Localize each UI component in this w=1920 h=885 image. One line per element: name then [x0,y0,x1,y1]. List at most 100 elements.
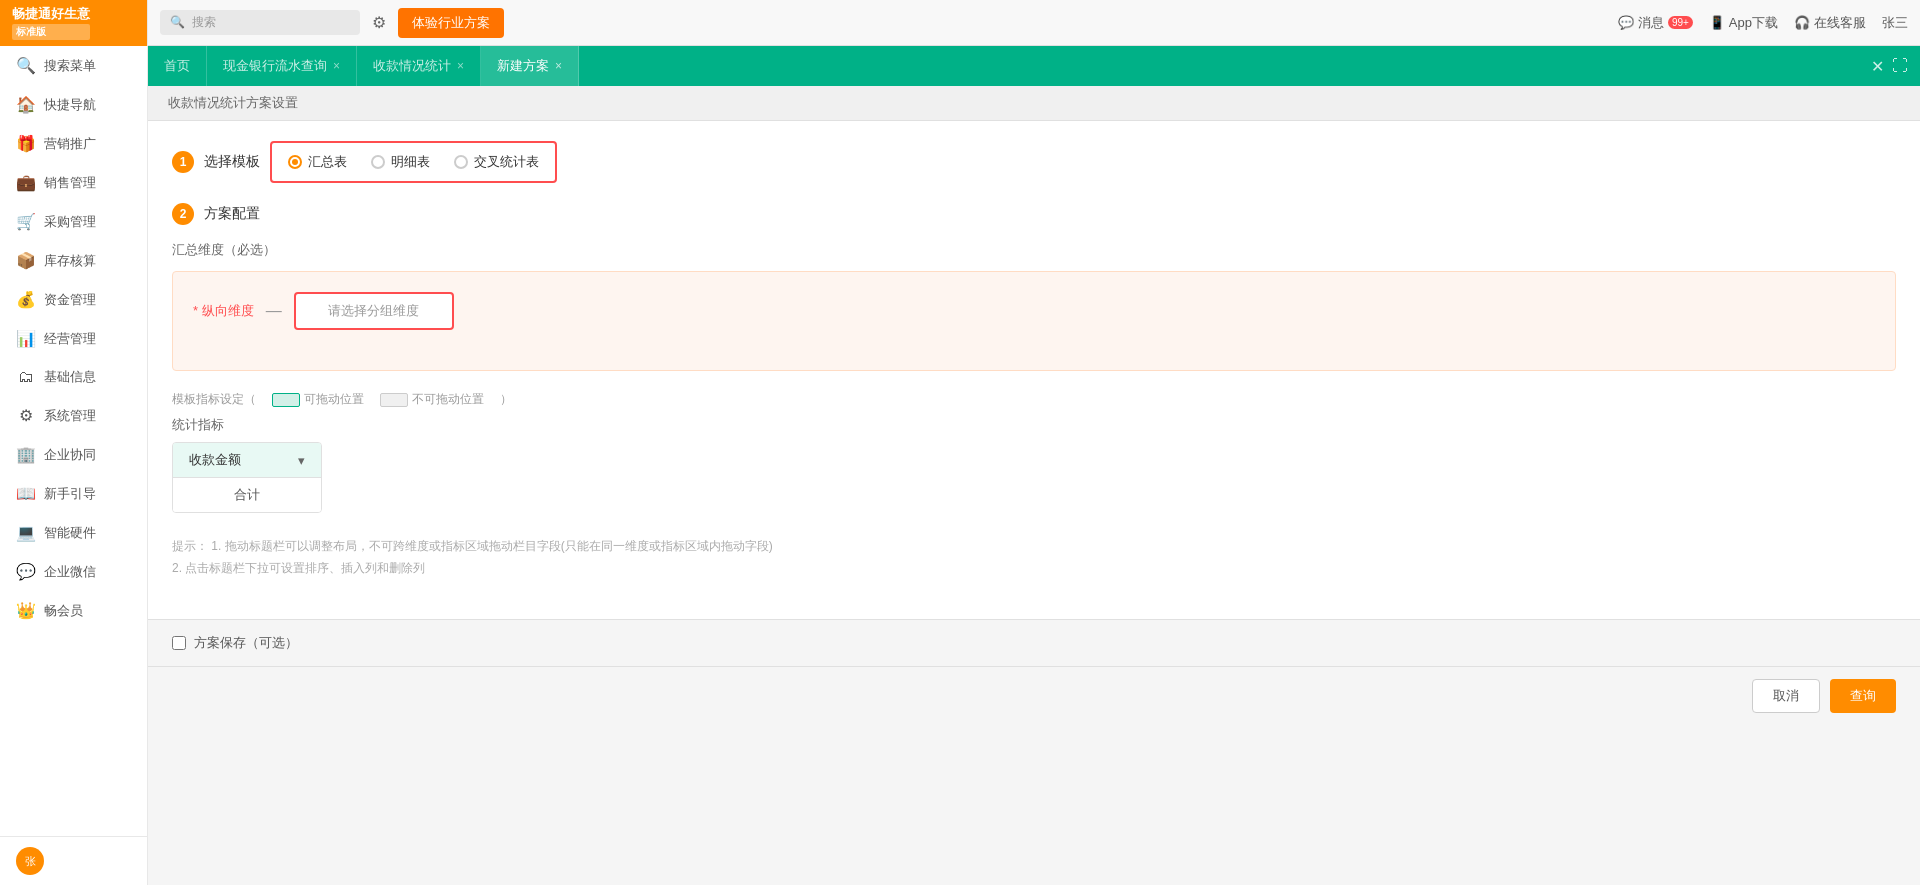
tips-section: 提示： 1. 拖动标题栏可以调整布局，不可跨维度或指标区域拖动栏目字段(只能在同… [172,536,1896,579]
sidebar-item-purchase[interactable]: 🛒 采购管理 [0,202,147,241]
radio-cross-label: 交叉统计表 [474,153,539,171]
draggable-label: 可拖动位置 [304,391,364,408]
step1-badge: 1 [172,151,194,173]
tab-receipt-stats-close[interactable]: × [457,59,464,73]
sidebar-item-finance[interactable]: 💰 资金管理 [0,280,147,319]
message-item[interactable]: 💬 消息 99+ [1618,14,1693,32]
breadcrumb: 收款情况统计方案设置 [148,86,1920,121]
tab-home-label: 首页 [164,57,190,75]
member-icon: 👑 [16,601,36,620]
save-checkbox[interactable] [172,636,186,650]
tab-receipt-stats[interactable]: 收款情况统计 × [357,46,481,86]
sidebar-label-search-menu: 搜索菜单 [44,57,96,75]
tip-item-2: 2. 点击标题栏下拉可设置排序、插入列和删除列 [172,558,1896,580]
guide-icon: 📖 [16,484,36,503]
radio-summary[interactable]: 汇总表 [288,153,347,171]
sidebar-label-marketing: 营销推广 [44,135,96,153]
message-label: 消息 [1638,14,1664,32]
indicator-table: 收款金额 ▾ 合计 [172,442,322,513]
tab-bank-flow[interactable]: 现金银行流水查询 × [207,46,357,86]
hardware-icon: 💻 [16,523,36,542]
save-checkbox-label: 方案保存（可选） [194,634,298,652]
indicator-dropdown-icon[interactable]: ▾ [298,453,305,468]
settings-gear-icon[interactable]: ⚙ [368,9,390,36]
service-label: 在线客服 [1814,14,1866,32]
step2-section: 2 方案配置 汇总维度（必选） * 纵向维度 — 请选择分组维度 [172,203,1896,579]
app-download-item[interactable]: 📱 App下载 [1709,14,1778,32]
tab-bank-flow-label: 现金银行流水查询 [223,57,327,75]
message-icon: 💬 [1618,15,1634,30]
operation-icon: 📊 [16,329,36,348]
step2-header: 2 方案配置 [172,203,1896,225]
sidebar-label-system: 系统管理 [44,407,96,425]
sidebar-item-member[interactable]: 👑 畅会员 [0,591,147,630]
gift-icon: 🎁 [16,134,36,153]
fixed-label: 不可拖动位置 [412,391,484,408]
sidebar-label-guide: 新手引导 [44,485,96,503]
sidebar-label-purchase: 采购管理 [44,213,96,231]
search-menu-icon: 🔍 [16,56,36,75]
avatar-initial: 张 [25,854,36,869]
dimension-area: * 纵向维度 — 请选择分组维度 [172,271,1896,371]
sidebar-item-basic-info[interactable]: 🗂 基础信息 [0,358,147,396]
tab-maximize-icon[interactable]: ⛶ [1892,57,1908,75]
save-section: 方案保存（可选） [148,619,1920,666]
sidebar-item-operation[interactable]: 📊 经营管理 [0,319,147,358]
basic-info-icon: 🗂 [16,368,36,386]
user-name-item[interactable]: 张三 [1882,14,1908,32]
cancel-button[interactable]: 取消 [1752,679,1820,713]
sidebar-item-quick-nav[interactable]: 🏠 快捷导航 [0,85,147,124]
sidebar-item-system[interactable]: ⚙ 系统管理 [0,396,147,435]
wechat-icon: 💬 [16,562,36,581]
sidebar-label-basic-info: 基础信息 [44,368,96,386]
industry-plan-button[interactable]: 体验行业方案 [398,8,504,38]
sidebar-label-quick-nav: 快捷导航 [44,96,96,114]
finance-icon: 💰 [16,290,36,309]
sidebar-item-inventory[interactable]: 📦 库存核算 [0,241,147,280]
dimension-placeholder[interactable]: 请选择分组维度 [294,292,454,330]
radio-cross-circle[interactable] [454,155,468,169]
sidebar-item-enterprise[interactable]: 🏢 企业协同 [0,435,147,474]
radio-detail-circle[interactable] [371,155,385,169]
tab-close-all-icon[interactable]: ✕ [1871,57,1884,76]
step1-section: 1 选择模板 汇总表 明细表 [172,141,1896,183]
indicator-total-row: 合计 [173,478,321,512]
sidebar-label-sales: 销售管理 [44,174,96,192]
sidebar-label-finance: 资金管理 [44,291,96,309]
radio-detail[interactable]: 明细表 [371,153,430,171]
sidebar-item-search-menu[interactable]: 🔍 搜索菜单 [0,46,147,85]
vertical-dimension-label: * 纵向维度 [193,302,254,320]
radio-summary-circle[interactable] [288,155,302,169]
stats-indicators-title: 统计指标 [172,416,1896,434]
step1-header: 1 选择模板 汇总表 明细表 [172,141,1896,183]
sidebar-item-wechat[interactable]: 💬 企业微信 [0,552,147,591]
sidebar-item-marketing[interactable]: 🎁 营销推广 [0,124,147,163]
sidebar-item-guide[interactable]: 📖 新手引导 [0,474,147,513]
radio-detail-label: 明细表 [391,153,430,171]
radio-summary-label: 汇总表 [308,153,347,171]
sidebar-label-wechat: 企业微信 [44,563,96,581]
dimension-placeholder-text: 请选择分组维度 [328,303,419,318]
sidebar: 畅捷通好生意 标准版 🔍 搜索菜单 🏠 快捷导航 🎁 营销推广 💼 销售管理 🛒… [0,0,148,885]
tab-bank-flow-close[interactable]: × [333,59,340,73]
step2-badge: 2 [172,203,194,225]
radio-cross[interactable]: 交叉统计表 [454,153,539,171]
sidebar-label-member: 畅会员 [44,602,83,620]
online-service-item[interactable]: 🎧 在线客服 [1794,14,1866,32]
tab-home[interactable]: 首页 [148,46,207,86]
indicator-header[interactable]: 收款金额 ▾ [173,443,321,478]
tab-new-plan-close[interactable]: × [555,59,562,73]
sidebar-logo: 畅捷通好生意 标准版 [0,0,147,46]
sidebar-item-sales[interactable]: 💼 销售管理 [0,163,147,202]
sidebar-item-hardware[interactable]: 💻 智能硬件 [0,513,147,552]
purchase-icon: 🛒 [16,212,36,231]
download-icon: 📱 [1709,15,1725,30]
service-icon: 🎧 [1794,15,1810,30]
config-section: 汇总维度（必选） * 纵向维度 — 请选择分组维度 模 [172,241,1896,579]
avatar[interactable]: 张 [16,847,44,875]
query-button[interactable]: 查询 [1830,679,1896,713]
action-bar: 取消 查询 [148,666,1920,725]
user-name: 张三 [1882,14,1908,32]
tab-new-plan[interactable]: 新建方案 × [481,46,579,86]
topbar-search[interactable]: 🔍 搜索 [160,10,360,35]
